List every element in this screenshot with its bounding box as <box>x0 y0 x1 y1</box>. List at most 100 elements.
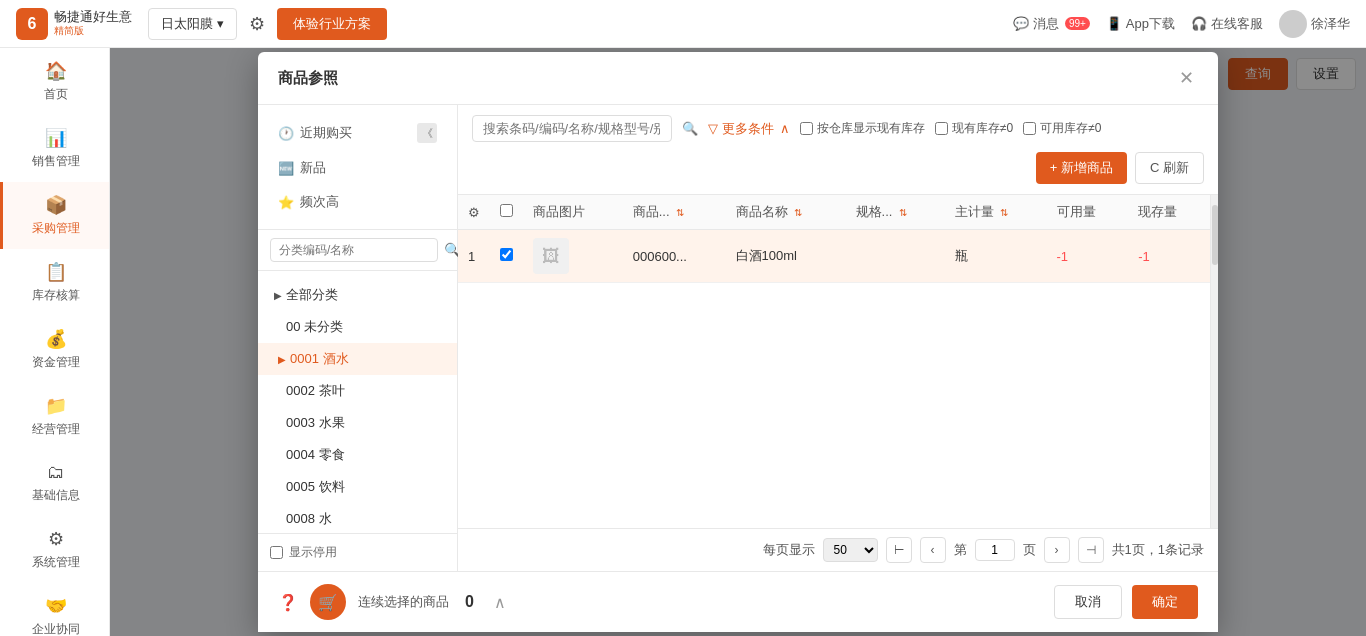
page-last-btn[interactable]: ⊣ <box>1078 537 1104 563</box>
sidebar-icon-4: 💰 <box>45 328 67 350</box>
sort-icon-code: ⇅ <box>676 207 684 218</box>
checkbox-available-nonzero[interactable]: 可用库存≠0 <box>1023 120 1101 137</box>
sidebar-label-3: 库存核算 <box>32 287 80 304</box>
sidebar-item-6[interactable]: 🗂基础信息 <box>0 450 109 516</box>
sidebar-icon-6: 🗂 <box>47 462 65 483</box>
cat-item-0001[interactable]: ▶ 0001 酒水 <box>258 343 457 375</box>
nav-user[interactable]: 徐泽华 <box>1279 10 1350 38</box>
refresh-btn[interactable]: C 刷新 <box>1135 152 1204 184</box>
select-all-checkbox[interactable] <box>500 204 513 217</box>
sort-icon-unit: ⇅ <box>1000 207 1008 218</box>
checkbox-stock-nonzero[interactable]: 现有库存≠0 <box>935 120 1013 137</box>
star-icon: ⭐ <box>278 195 294 210</box>
message-badge: 99+ <box>1065 17 1090 30</box>
col-spec[interactable]: 规格... ⇅ <box>846 195 945 230</box>
selected-label: 连续选择的商品 <box>358 593 449 611</box>
page-next-btn[interactable]: › <box>1044 537 1070 563</box>
category-search-row: 🔍 <box>258 230 457 271</box>
show-disabled-checkbox[interactable] <box>270 546 283 559</box>
nav-dropdown-label: 日太阳膜 <box>161 15 213 33</box>
table-row[interactable]: 1 🖼 000600... <box>458 230 1210 283</box>
cancel-button[interactable]: 取消 <box>1054 585 1122 619</box>
experience-btn[interactable]: 体验行业方案 <box>277 8 387 40</box>
footer-right: 取消 确定 <box>1054 585 1198 619</box>
col-name[interactable]: 商品名称 ⇅ <box>726 195 846 230</box>
filter-btn[interactable]: ▽ 更多条件 ∧ <box>708 120 790 138</box>
sidebar-item-2[interactable]: 📦采购管理 <box>0 182 109 249</box>
col-unit[interactable]: 主计量 ⇅ <box>945 195 1047 230</box>
sidebar-icon-1: 📊 <box>45 127 67 149</box>
total-pages-label: 共1页，1条记录 <box>1112 541 1204 559</box>
cat-item-0008[interactable]: 0008 水 <box>258 503 457 533</box>
toolbar-right: + 新增商品 C 刷新 <box>1036 152 1204 184</box>
cat-item-0002[interactable]: 0002 茶叶 <box>258 375 457 407</box>
checkbox-warehouse-input[interactable] <box>800 122 813 135</box>
collapse-footer-icon[interactable]: ∧ <box>494 593 506 612</box>
help-icon[interactable]: ❓ <box>278 593 298 612</box>
filter-arrow-icon: ∧ <box>780 121 790 136</box>
headset-icon: 🎧 <box>1191 16 1207 31</box>
recent-icon: 🕐 <box>278 126 294 141</box>
cat-item-0005[interactable]: 0005 饮料 <box>258 471 457 503</box>
nav-dropdown[interactable]: 日太阳膜 ▾ <box>148 8 237 40</box>
confirm-button[interactable]: 确定 <box>1132 585 1198 619</box>
checkbox-warehouse[interactable]: 按仓库显示现有库存 <box>800 120 925 137</box>
sidebar-item-5[interactable]: 📁经营管理 <box>0 383 109 450</box>
right-panel: 🔍 ▽ 更多条件 ∧ 按仓库显示现有库存 <box>458 105 1218 571</box>
sidebar-item-4[interactable]: 💰 资金管理 <box>0 316 109 383</box>
sidebar-label-8: 企业协同 <box>32 621 80 636</box>
sidebar-item-3[interactable]: 📋库存核算 <box>0 249 109 316</box>
left-tab-recent[interactable]: 🕐 近期购买 《 <box>270 117 445 149</box>
chevron-down-icon: ▾ <box>217 16 224 31</box>
sidebar-item-1[interactable]: 📊销售管理 <box>0 115 109 182</box>
checkbox-stock-input[interactable] <box>935 122 948 135</box>
sidebar-icon-7: ⚙ <box>48 528 64 550</box>
table-container: ⚙ 商品图片 商品... ⇅ <box>458 195 1218 528</box>
category-search-input[interactable] <box>270 238 438 262</box>
modal-close-button[interactable]: ✕ <box>1174 66 1198 90</box>
left-tab-new[interactable]: 🆕 新品 <box>270 153 445 183</box>
sort-icon-name: ⇅ <box>794 207 802 218</box>
table-scroll: ⚙ 商品图片 商品... ⇅ <box>458 195 1210 528</box>
scrollbar-track <box>1210 195 1218 528</box>
search-icon[interactable]: 🔍 <box>682 121 698 136</box>
left-tab-frequent[interactable]: ⭐ 频次高 <box>270 187 445 217</box>
add-product-btn[interactable]: + 新增商品 <box>1036 152 1127 184</box>
nav-messages[interactable]: 💬 消息 99+ <box>1013 15 1090 33</box>
product-search-input[interactable] <box>472 115 672 142</box>
col-settings[interactable]: ⚙ <box>458 195 490 230</box>
sidebar-icon-2: 📦 <box>45 194 67 216</box>
row-checkbox[interactable] <box>500 248 513 261</box>
collapse-left-btn[interactable]: 《 <box>417 123 437 143</box>
cat-item-00[interactable]: 00 未分类 <box>258 311 457 343</box>
cell-name: 白酒100ml <box>726 230 846 283</box>
cat-item-0004[interactable]: 0004 零食 <box>258 439 457 471</box>
cat-item-0003[interactable]: 0003 水果 <box>258 407 457 439</box>
pagination-bar: 每页显示 50 10 20 100 ⊢ ‹ 第 页 <box>458 528 1218 571</box>
page-input[interactable] <box>975 539 1015 561</box>
nav-app-download[interactable]: 📱 App下载 <box>1106 15 1175 33</box>
col-stock: 现存量 <box>1128 195 1210 230</box>
page-prev-btn[interactable]: ‹ <box>920 537 946 563</box>
sidebar-item-8[interactable]: 🤝企业协同 <box>0 583 109 636</box>
sidebar-item-0[interactable]: 🏠首页 <box>0 48 109 115</box>
cell-checkbox[interactable] <box>490 230 523 283</box>
cat-item-all[interactable]: ▶ 全部分类 <box>258 279 457 311</box>
per-page-select[interactable]: 50 10 20 100 <box>823 538 878 562</box>
col-unit-label: 主计量 <box>955 204 994 219</box>
cart-button[interactable]: 🛒 <box>310 584 346 620</box>
col-code[interactable]: 商品... ⇅ <box>623 195 726 230</box>
product-table: ⚙ 商品图片 商品... ⇅ <box>458 195 1210 283</box>
settings-icon[interactable]: ⚙ <box>249 13 265 35</box>
page-first-btn[interactable]: ⊢ <box>886 537 912 563</box>
sidebar-label-4: 资金管理 <box>32 354 80 371</box>
sidebar-item-7[interactable]: ⚙系统管理 <box>0 516 109 583</box>
scrollbar-thumb[interactable] <box>1212 205 1218 265</box>
checkbox-available-input[interactable] <box>1023 122 1036 135</box>
sidebar-icon-5: 📁 <box>45 395 67 417</box>
left-panel: 🕐 近期购买 《 🆕 新品 ⭐ 频次高 <box>258 105 458 571</box>
per-page-label: 每页显示 <box>763 541 815 559</box>
nav-online-service[interactable]: 🎧 在线客服 <box>1191 15 1263 33</box>
message-icon: 💬 <box>1013 16 1029 31</box>
sidebar-label-0: 首页 <box>44 86 68 103</box>
